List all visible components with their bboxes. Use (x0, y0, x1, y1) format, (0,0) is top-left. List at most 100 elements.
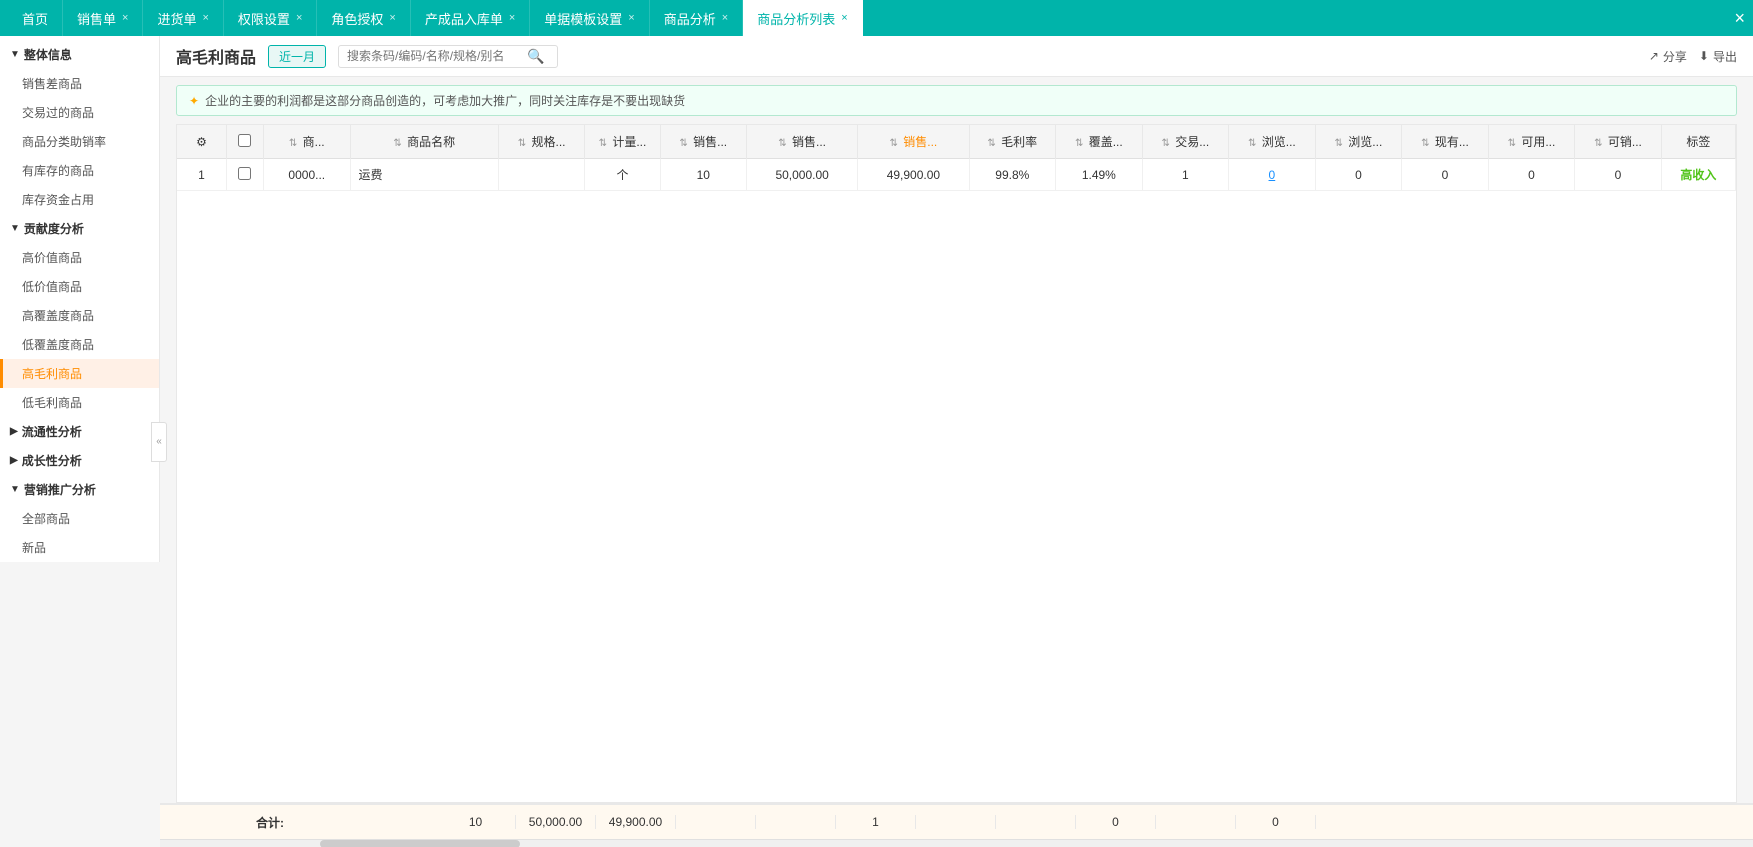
sort-icon-code: ⇅ (289, 138, 297, 149)
close-product-analysis-list[interactable]: × (841, 12, 847, 24)
total-cells: 10 50,000.00 49,900.00 1 0 0 (436, 815, 1316, 829)
search-box: 🔍 (338, 45, 558, 68)
sidebar-item-low-value[interactable]: 低价值商品 (0, 272, 159, 301)
sort-icon-browse2: ⇅ (1335, 138, 1343, 149)
cell-browse1[interactable]: 0 (1229, 159, 1316, 191)
sidebar-item-high-coverage[interactable]: 高覆盖度商品 (0, 301, 159, 330)
col-sales-amount[interactable]: ⇅ 销售... (747, 125, 858, 159)
main-layout: ▼ 整体信息 销售差商品 交易过的商品 商品分类助销率 有库存的商品 库存资金占… (0, 36, 1753, 847)
col-settings[interactable]: ⚙ (177, 125, 226, 159)
cell-sales-amount: 50,000.00 (747, 159, 858, 191)
sidebar-item-poor-sales[interactable]: 销售差商品 (0, 69, 159, 98)
collapse-sidebar-button[interactable]: « (151, 422, 167, 462)
sidebar-group-overall[interactable]: ▼ 整体信息 (0, 40, 159, 69)
cell-checkbox[interactable] (226, 159, 263, 191)
sort-icon-gross-rate: ⇅ (987, 138, 995, 149)
total-empty4 (996, 815, 1076, 829)
export-button[interactable]: ⬇ 导出 (1699, 48, 1737, 65)
nav-product-analysis[interactable]: 商品分析 × (650, 0, 743, 36)
nav-home[interactable]: 首页 (8, 0, 63, 36)
nav-permission-settings[interactable]: 权限设置 × (224, 0, 317, 36)
nav-product-analysis-list[interactable]: 商品分析列表 × (743, 0, 862, 36)
col-unit[interactable]: ⇅ 计量... (585, 125, 660, 159)
nav-template-settings[interactable]: 单据模板设置 × (530, 0, 649, 36)
sidebar-item-high-margin[interactable]: 高毛利商品 (0, 359, 159, 388)
col-browse2[interactable]: ⇅ 浏览... (1315, 125, 1402, 159)
top-navigation: 首页 销售单 × 进货单 × 权限设置 × 角色授权 × 产成品入库单 × 单据… (0, 0, 1753, 36)
search-icon[interactable]: 🔍 (527, 48, 544, 65)
total-label: 合计: (176, 814, 436, 831)
close-template-settings[interactable]: × (628, 12, 634, 24)
sidebar-item-traded[interactable]: 交易过的商品 (0, 98, 159, 127)
cell-sellable: 0 (1575, 159, 1662, 191)
close-all-tabs-icon[interactable]: × (1734, 8, 1745, 29)
sort-icon-unit: ⇅ (599, 138, 607, 149)
sidebar-item-new-products[interactable]: 新品 (0, 533, 159, 562)
total-sales-qty: 10 (436, 815, 516, 829)
col-current-stock[interactable]: ⇅ 现有... (1402, 125, 1489, 159)
cell-code: 0000... (264, 159, 351, 191)
col-spec[interactable]: ⇅ 规格... (498, 125, 585, 159)
horizontal-scrollbar[interactable] (160, 839, 1753, 847)
col-code[interactable]: ⇅ 商... (264, 125, 351, 159)
col-tag[interactable]: 标签 (1661, 125, 1735, 159)
nav-sales-order[interactable]: 销售单 × (63, 0, 143, 36)
row-checkbox[interactable] (238, 167, 251, 180)
scrollbar-thumb[interactable] (320, 840, 520, 847)
sidebar-item-in-stock[interactable]: 有库存的商品 (0, 156, 159, 185)
close-purchase-order[interactable]: × (202, 12, 208, 24)
content-header: 高毛利商品 近一月 🔍 ↗ 分享 ⬇ 导出 (160, 36, 1753, 77)
sort-icon-sales-amount: ⇅ (778, 138, 786, 149)
col-gross-rate[interactable]: ⇅ 毛利率 (969, 125, 1056, 159)
filter-last-month-button[interactable]: 近一月 (268, 45, 326, 68)
select-all-checkbox[interactable] (238, 134, 251, 147)
total-transaction: 1 (836, 815, 916, 829)
col-browse1[interactable]: ⇅ 浏览... (1229, 125, 1316, 159)
sidebar-item-stock-capital[interactable]: 库存资金占用 (0, 185, 159, 214)
sidebar-item-low-margin[interactable]: 低毛利商品 (0, 388, 159, 417)
col-name[interactable]: ⇅ 商品名称 (350, 125, 498, 159)
search-input[interactable] (347, 49, 527, 63)
data-table-container: ⚙ ⇅ 商... ⇅ 商品名称 (176, 124, 1737, 803)
col-available[interactable]: ⇅ 可用... (1488, 125, 1575, 159)
close-product-instock[interactable]: × (509, 12, 515, 24)
sidebar-group-contribution[interactable]: ▼ 贡献度分析 (0, 214, 159, 243)
col-coverage[interactable]: ⇅ 覆盖... (1056, 125, 1143, 159)
arrow-growth: ▶ (10, 455, 18, 466)
share-button[interactable]: ↗ 分享 (1649, 48, 1687, 65)
sort-icon-sales-qty: ⇅ (679, 138, 687, 149)
close-permission-settings[interactable]: × (296, 12, 302, 24)
sidebar-item-all-products[interactable]: 全部商品 (0, 504, 159, 533)
page-title: 高毛利商品 (176, 44, 256, 68)
nav-role-auth[interactable]: 角色授权 × (317, 0, 410, 36)
close-sales-order[interactable]: × (122, 12, 128, 24)
sidebar-group-growth[interactable]: ▶ 成长性分析 (0, 446, 159, 475)
total-sales-amount: 50,000.00 (516, 815, 596, 829)
sort-icon-current-stock: ⇅ (1421, 138, 1429, 149)
arrow-contribution: ▼ (10, 223, 20, 234)
info-banner: ✦ 企业的主要的利润都是这部分商品创造的，可考虑加大推广，同时关注库存是不要出现… (176, 85, 1737, 116)
sort-icon-transaction: ⇅ (1161, 138, 1169, 149)
sidebar-group-marketing[interactable]: ▼ 营销推广分析 (0, 475, 159, 504)
sidebar-item-high-value[interactable]: 高价值商品 (0, 243, 159, 272)
sort-icon-name: ⇅ (393, 138, 401, 149)
col-transaction[interactable]: ⇅ 交易... (1142, 125, 1229, 159)
footer-total-row: 合计: 10 50,000.00 49,900.00 1 0 0 (160, 803, 1753, 839)
col-sales-cost[interactable]: ⇅ 销售... (858, 125, 969, 159)
header-right-actions: ↗ 分享 ⬇ 导出 (1649, 48, 1737, 65)
close-role-auth[interactable]: × (389, 12, 395, 24)
total-empty2 (756, 815, 836, 829)
sidebar: ▼ 整体信息 销售差商品 交易过的商品 商品分类助销率 有库存的商品 库存资金占… (0, 36, 160, 562)
col-sales-qty[interactable]: ⇅ 销售... (660, 125, 747, 159)
sidebar-item-category-rate[interactable]: 商品分类助销率 (0, 127, 159, 156)
sidebar-item-low-coverage[interactable]: 低覆盖度商品 (0, 330, 159, 359)
total-empty5 (1156, 815, 1236, 829)
total-empty3 (916, 815, 996, 829)
sidebar-group-liquidity[interactable]: ▶ 流通性分析 (0, 417, 159, 446)
close-product-analysis[interactable]: × (722, 12, 728, 24)
nav-product-instock[interactable]: 产成品入库单 × (411, 0, 530, 36)
col-sellable[interactable]: ⇅ 可销... (1575, 125, 1662, 159)
nav-purchase-order[interactable]: 进货单 × (143, 0, 223, 36)
col-checkbox[interactable] (226, 125, 263, 159)
total-sellable: 0 (1236, 815, 1316, 829)
